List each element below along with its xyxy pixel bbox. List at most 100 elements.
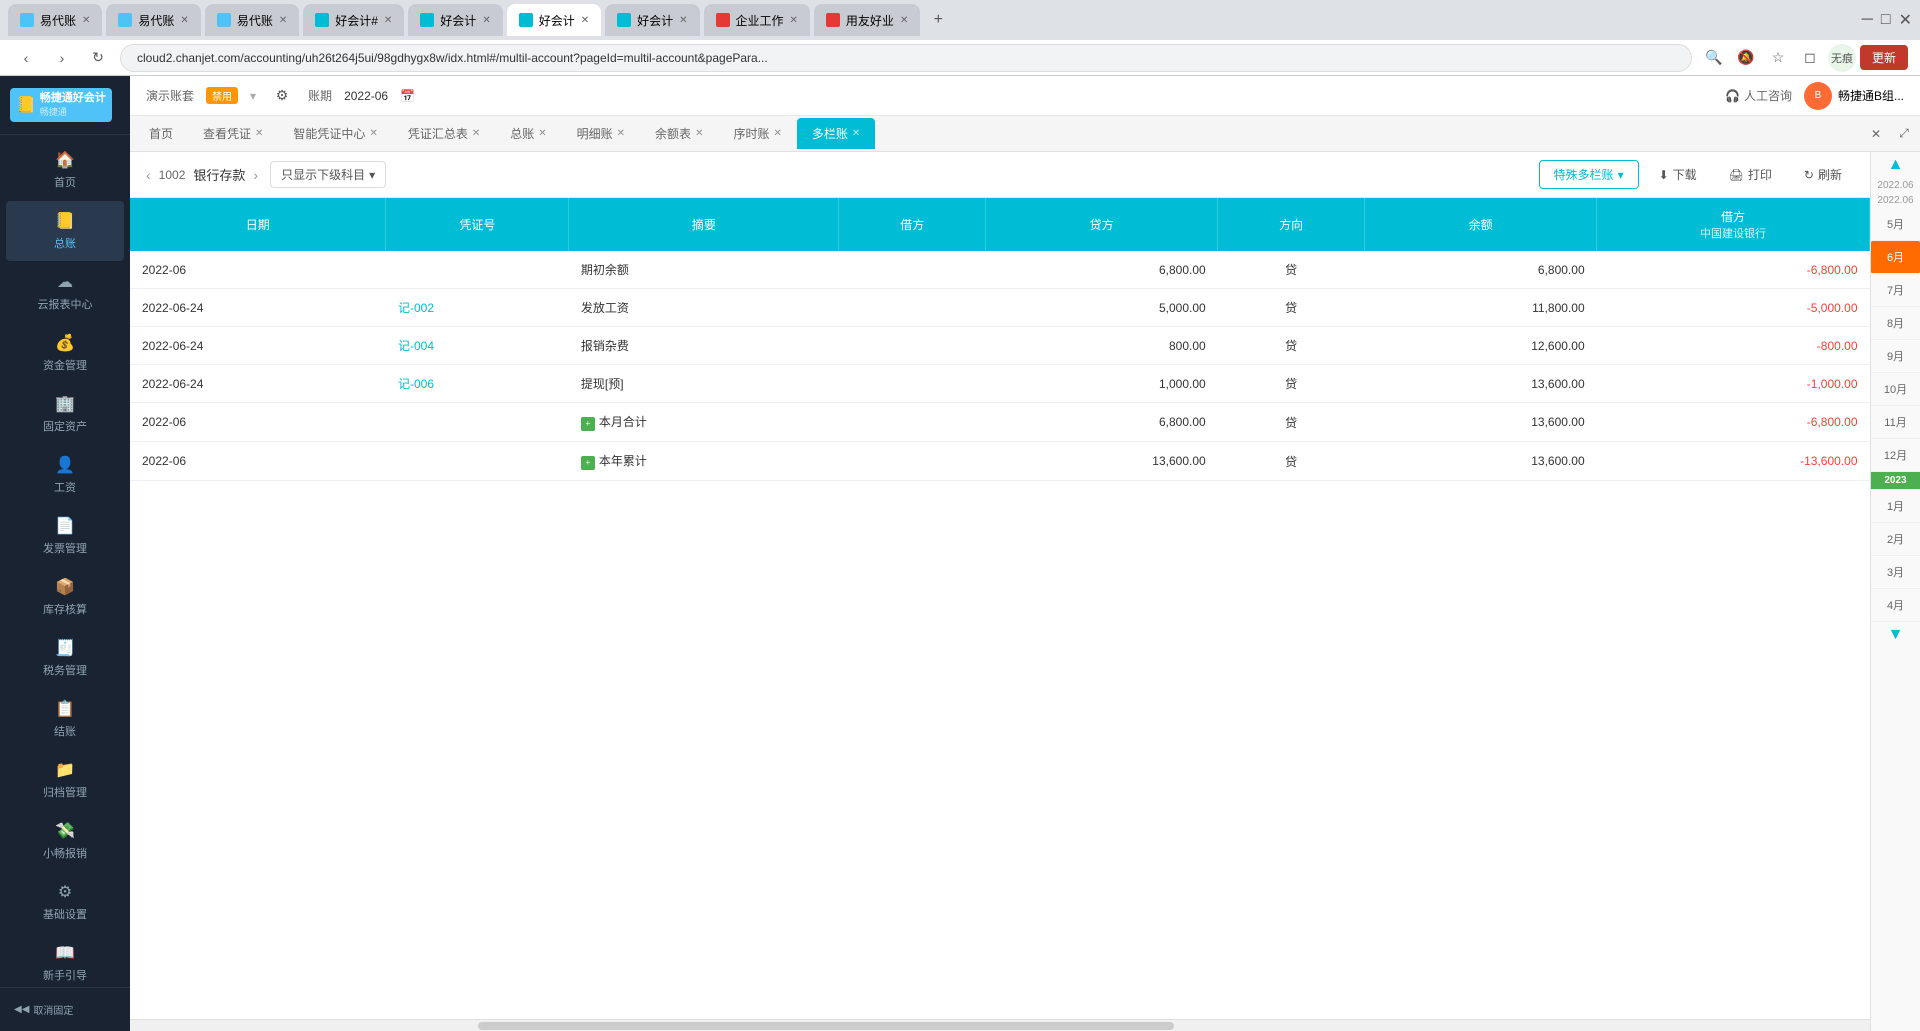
reload-button[interactable]: ↻ — [84, 44, 112, 72]
download-button[interactable]: ⬇ 下载 — [1647, 161, 1709, 188]
tab-detail-ledger[interactable]: 明细账 ✕ — [562, 118, 640, 149]
tab-close-5[interactable]: ✕ — [482, 15, 490, 26]
tab-multi-column-close[interactable]: ✕ — [852, 128, 860, 139]
cell-voucher-2[interactable]: 记-004 — [386, 327, 569, 365]
month-9[interactable]: 9月 — [1871, 340, 1920, 373]
tab-close-1[interactable]: ✕ — [82, 15, 90, 26]
month-scroll-down-button[interactable]: ▼ — [1871, 622, 1920, 648]
prev-account-button[interactable]: ‹ — [146, 167, 151, 183]
sidebar-item-home[interactable]: 🏠 首页 — [6, 140, 124, 200]
voucher-link-1[interactable]: 记-002 — [398, 301, 434, 315]
collapse-panel-button[interactable]: ✕ — [1864, 122, 1888, 146]
tab-voucher-summary-close[interactable]: ✕ — [472, 128, 480, 139]
month-3-2023[interactable]: 3月 — [1871, 556, 1920, 589]
month-6[interactable]: 6月 — [1871, 241, 1920, 274]
sidebar-item-inventory[interactable]: 📦 库存核算 — [6, 567, 124, 627]
dropdown-arrow[interactable]: ▾ — [250, 89, 256, 103]
settings-gear-icon[interactable]: ⚙ — [268, 82, 296, 110]
tab-chronological-close[interactable]: ✕ — [773, 128, 781, 139]
sidebar-item-expense[interactable]: 💸 小畅报销 — [6, 811, 124, 871]
update-button[interactable]: 更新 — [1860, 45, 1908, 70]
sidebar-item-archive[interactable]: 📁 归档管理 — [6, 750, 124, 810]
tab-multi-column[interactable]: 多栏账 ✕ — [797, 118, 875, 149]
filter-dropdown[interactable]: 只显示下级科目 ▾ — [270, 161, 386, 188]
unpin-button[interactable]: ◀◀ 取消固定 — [8, 996, 122, 1023]
browser-tab-6[interactable]: 好会计 ✕ — [507, 4, 601, 36]
month-11[interactable]: 11月 — [1871, 406, 1920, 439]
sidebar-item-payroll[interactable]: 👤 工资 — [6, 445, 124, 505]
browser-tab-5[interactable]: 好会计 ✕ — [408, 4, 502, 36]
tab-close-9[interactable]: ✕ — [900, 15, 908, 26]
extensions-icon[interactable]: ◻ — [1796, 44, 1824, 72]
tab-balance-close[interactable]: ✕ — [695, 128, 703, 139]
horizontal-scrollbar[interactable] — [130, 1019, 1870, 1031]
tab-smart-voucher-close[interactable]: ✕ — [369, 128, 377, 139]
browser-tab-7[interactable]: 好会计 ✕ — [605, 4, 699, 36]
close-window-button[interactable]: ✕ — [1899, 10, 1912, 30]
tab-close-6[interactable]: ✕ — [581, 15, 589, 26]
sidebar-item-closing[interactable]: 📋 结账 — [6, 689, 124, 749]
tab-close-7[interactable]: ✕ — [679, 15, 687, 26]
new-tab-button[interactable]: + — [924, 6, 952, 34]
expand-panel-button[interactable]: ⤢ — [1892, 122, 1916, 146]
tab-voucher-summary[interactable]: 凭证汇总表 ✕ — [393, 118, 495, 149]
back-button[interactable]: ‹ — [12, 44, 40, 72]
search-icon[interactable]: 🔍 — [1700, 44, 1728, 72]
calendar-icon[interactable]: 📅 — [400, 89, 415, 103]
month-1-2023[interactable]: 1月 — [1871, 490, 1920, 523]
sidebar-item-invoice[interactable]: 📄 发票管理 — [6, 506, 124, 566]
tab-smart-voucher[interactable]: 智能凭证中心 ✕ — [278, 118, 392, 149]
sidebar-item-ledger[interactable]: 📒 总账 — [6, 201, 124, 261]
tab-close-4[interactable]: ✕ — [384, 15, 392, 26]
tab-close-3[interactable]: ✕ — [279, 15, 287, 26]
month-10[interactable]: 10月 — [1871, 373, 1920, 406]
voucher-link-2[interactable]: 记-004 — [398, 339, 434, 353]
month-2-2023[interactable]: 2月 — [1871, 523, 1920, 556]
tab-voucher-view[interactable]: 查看凭证 ✕ — [188, 118, 278, 149]
tab-close-2[interactable]: ✕ — [180, 15, 188, 26]
sidebar-item-funds[interactable]: 💰 资金管理 — [6, 323, 124, 383]
sidebar-item-reports[interactable]: ☁ 云报表中心 — [6, 262, 124, 322]
print-button[interactable]: 🖨 打印 — [1717, 161, 1784, 188]
tab-close-8[interactable]: ✕ — [790, 15, 798, 26]
browser-tab-3[interactable]: 易代账 ✕ — [205, 4, 299, 36]
tab-general-ledger[interactable]: 总账 ✕ — [495, 118, 561, 149]
sidebar-label-tax: 税务管理 — [43, 662, 87, 678]
month-scroll-up-button[interactable]: ▲ — [1871, 152, 1920, 178]
special-multi-col-button[interactable]: 特殊多栏账 ▾ — [1539, 160, 1639, 189]
sidebar-item-guide[interactable]: 📖 新手引导 — [6, 933, 124, 987]
scrollbar-thumb[interactable] — [478, 1022, 1174, 1030]
tab-chronological[interactable]: 序时账 ✕ — [718, 118, 796, 149]
minimize-button[interactable]: ─ — [1862, 11, 1873, 29]
tab-general-ledger-close[interactable]: ✕ — [538, 128, 546, 139]
voucher-link-3[interactable]: 记-006 — [398, 377, 434, 391]
browser-tab-2[interactable]: 易代账 ✕ — [106, 4, 200, 36]
browser-tab-9[interactable]: 用友好业 ✕ — [814, 4, 920, 36]
tab-home[interactable]: 首页 — [134, 118, 188, 149]
sidebar-item-assets[interactable]: 🏢 固定资产 — [6, 384, 124, 444]
browser-tab-8[interactable]: 企业工作 ✕ — [704, 4, 810, 36]
tab-balance[interactable]: 余额表 ✕ — [640, 118, 718, 149]
month-12[interactable]: 12月 — [1871, 439, 1920, 472]
tab-voucher-view-close[interactable]: ✕ — [255, 128, 263, 139]
month-8[interactable]: 8月 — [1871, 307, 1920, 340]
browser-tab-4[interactable]: 好会计# ✕ — [303, 4, 404, 36]
maximize-button[interactable]: □ — [1881, 11, 1891, 29]
cell-voucher-1[interactable]: 记-002 — [386, 289, 569, 327]
forward-button[interactable]: › — [48, 44, 76, 72]
incognito-icon[interactable]: 🔕 — [1732, 44, 1760, 72]
next-account-button[interactable]: › — [253, 167, 258, 183]
sidebar-item-settings[interactable]: ⚙ 基础设置 — [6, 872, 124, 932]
month-4-2023[interactable]: 4月 — [1871, 589, 1920, 622]
tab-detail-ledger-close[interactable]: ✕ — [617, 128, 625, 139]
month-7[interactable]: 7月 — [1871, 274, 1920, 307]
refresh-button[interactable]: ↻ 刷新 — [1792, 161, 1854, 188]
month-5[interactable]: 5月 — [1871, 208, 1920, 241]
address-input[interactable] — [120, 44, 1692, 72]
browser-tab-1[interactable]: 易代账 ✕ — [8, 4, 102, 36]
consult-button[interactable]: 🎧 人工咨询 — [1725, 87, 1792, 104]
cell-voucher-3[interactable]: 记-006 — [386, 365, 569, 403]
profile-icon[interactable]: 无痕 — [1828, 44, 1856, 72]
sidebar-item-tax[interactable]: 🧾 税务管理 — [6, 628, 124, 688]
bookmark-icon[interactable]: ☆ — [1764, 44, 1792, 72]
